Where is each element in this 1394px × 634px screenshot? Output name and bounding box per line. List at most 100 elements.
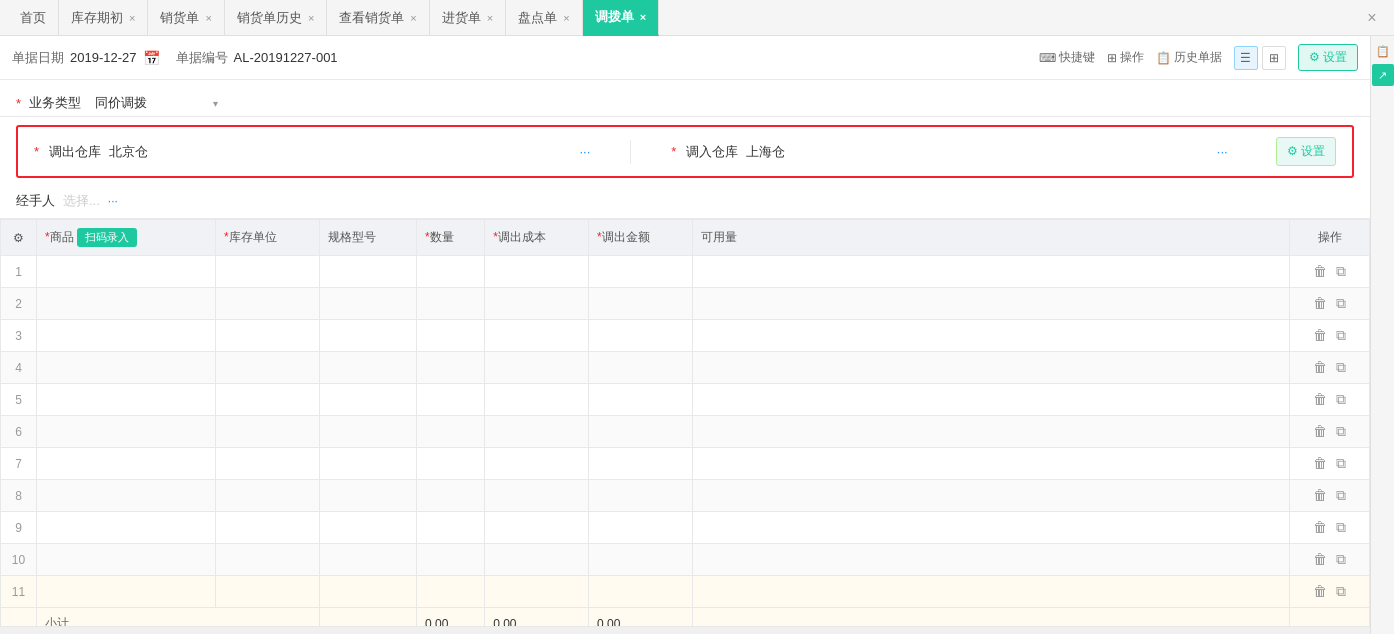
row-spec-10[interactable] (320, 544, 417, 576)
delete-button-11[interactable]: 🗑 (1313, 583, 1327, 599)
row-cost-9[interactable] (485, 512, 589, 544)
list-view-button[interactable]: ☰ (1234, 46, 1258, 70)
row-quantity-2[interactable] (417, 288, 485, 320)
row-cost-3[interactable] (485, 320, 589, 352)
row-spec-8[interactable] (320, 480, 417, 512)
row-quantity-4[interactable] (417, 352, 485, 384)
row-available-2[interactable] (693, 288, 1290, 320)
row-quantity-11[interactable] (417, 576, 485, 608)
row-quantity-9[interactable] (417, 512, 485, 544)
copy-button-9[interactable]: ⧉ (1336, 519, 1346, 535)
sidebar-export-button[interactable]: ↗ (1372, 64, 1394, 86)
date-value[interactable]: 2019-12-27 (70, 50, 137, 65)
row-unit-2[interactable] (216, 288, 320, 320)
row-amount-3[interactable] (589, 320, 693, 352)
row-amount-5[interactable] (589, 384, 693, 416)
row-cost-1[interactable] (485, 256, 589, 288)
row-unit-3[interactable] (216, 320, 320, 352)
history-button[interactable]: 📋 历史单据 (1156, 49, 1222, 66)
row-unit-11[interactable] (216, 576, 320, 608)
row-cost-8[interactable] (485, 480, 589, 512)
row-unit-9[interactable] (216, 512, 320, 544)
row-amount-11[interactable] (589, 576, 693, 608)
row-amount-9[interactable] (589, 512, 693, 544)
copy-button-2[interactable]: ⧉ (1336, 295, 1346, 311)
delete-button-2[interactable]: 🗑 (1313, 295, 1327, 311)
row-spec-9[interactable] (320, 512, 417, 544)
row-cost-11[interactable] (485, 576, 589, 608)
col-gear[interactable]: ⚙ (1, 220, 37, 256)
tab-transfer-close[interactable]: × (640, 11, 646, 23)
copy-button-8[interactable]: ⧉ (1336, 487, 1346, 503)
row-quantity-7[interactable] (417, 448, 485, 480)
row-cost-7[interactable] (485, 448, 589, 480)
agent-select[interactable]: 选择... (63, 192, 100, 210)
tab-purchase[interactable]: 进货单 × (430, 0, 506, 36)
row-quantity-8[interactable] (417, 480, 485, 512)
row-product-11[interactable] (37, 576, 216, 608)
agent-more-icon[interactable]: ··· (108, 194, 118, 208)
row-quantity-1[interactable] (417, 256, 485, 288)
tab-inventory-init[interactable]: 库存期初 × (59, 0, 148, 36)
row-product-2[interactable] (37, 288, 216, 320)
tab-view-sales-close[interactable]: × (410, 12, 416, 24)
copy-button-1[interactable]: ⧉ (1336, 263, 1346, 279)
row-unit-4[interactable] (216, 352, 320, 384)
row-spec-11[interactable] (320, 576, 417, 608)
horizontal-scrollbar[interactable] (0, 626, 1370, 634)
row-available-11[interactable] (693, 576, 1290, 608)
row-product-7[interactable] (37, 448, 216, 480)
row-quantity-5[interactable] (417, 384, 485, 416)
shortcuts-button[interactable]: ⌨ 快捷键 (1039, 49, 1095, 66)
row-available-10[interactable] (693, 544, 1290, 576)
delete-button-7[interactable]: 🗑 (1313, 455, 1327, 471)
delete-button-9[interactable]: 🗑 (1313, 519, 1327, 535)
row-unit-8[interactable] (216, 480, 320, 512)
tab-inventory-check[interactable]: 盘点单 × (506, 0, 582, 36)
row-product-6[interactable] (37, 416, 216, 448)
row-cost-4[interactable] (485, 352, 589, 384)
row-product-3[interactable] (37, 320, 216, 352)
row-product-8[interactable] (37, 480, 216, 512)
row-product-10[interactable] (37, 544, 216, 576)
settings-button[interactable]: ⚙ 设置 (1298, 44, 1358, 71)
row-cost-5[interactable] (485, 384, 589, 416)
copy-button-10[interactable]: ⧉ (1336, 551, 1346, 567)
copy-button-11[interactable]: ⧉ (1336, 583, 1346, 599)
row-amount-4[interactable] (589, 352, 693, 384)
row-spec-3[interactable] (320, 320, 417, 352)
row-available-6[interactable] (693, 416, 1290, 448)
in-warehouse-more-icon[interactable]: ··· (1217, 144, 1228, 159)
row-spec-6[interactable] (320, 416, 417, 448)
operations-button[interactable]: ⊞ 操作 (1107, 49, 1144, 66)
row-spec-4[interactable] (320, 352, 417, 384)
tab-inventory-check-close[interactable]: × (563, 12, 569, 24)
scan-button[interactable]: 扫码录入 (77, 228, 137, 247)
tab-sales-order-close[interactable]: × (205, 12, 211, 24)
copy-button-7[interactable]: ⧉ (1336, 455, 1346, 471)
close-all-tabs-button[interactable]: × (1358, 4, 1386, 32)
copy-button-6[interactable]: ⧉ (1336, 423, 1346, 439)
row-available-7[interactable] (693, 448, 1290, 480)
delete-button-1[interactable]: 🗑 (1313, 263, 1327, 279)
tab-sales-history-close[interactable]: × (308, 12, 314, 24)
row-product-4[interactable] (37, 352, 216, 384)
tab-home[interactable]: 首页 (8, 0, 59, 36)
row-amount-1[interactable] (589, 256, 693, 288)
tab-inventory-init-close[interactable]: × (129, 12, 135, 24)
row-spec-5[interactable] (320, 384, 417, 416)
row-unit-5[interactable] (216, 384, 320, 416)
delete-button-3[interactable]: 🗑 (1313, 327, 1327, 343)
row-product-1[interactable] (37, 256, 216, 288)
row-amount-6[interactable] (589, 416, 693, 448)
row-spec-2[interactable] (320, 288, 417, 320)
row-available-1[interactable] (693, 256, 1290, 288)
row-available-8[interactable] (693, 480, 1290, 512)
row-amount-10[interactable] (589, 544, 693, 576)
row-cost-10[interactable] (485, 544, 589, 576)
tab-view-sales[interactable]: 查看销货单 × (327, 0, 429, 36)
tab-transfer[interactable]: 调拨单 × (583, 0, 659, 36)
grid-view-button[interactable]: ⊞ (1262, 46, 1286, 70)
row-spec-1[interactable] (320, 256, 417, 288)
row-available-4[interactable] (693, 352, 1290, 384)
